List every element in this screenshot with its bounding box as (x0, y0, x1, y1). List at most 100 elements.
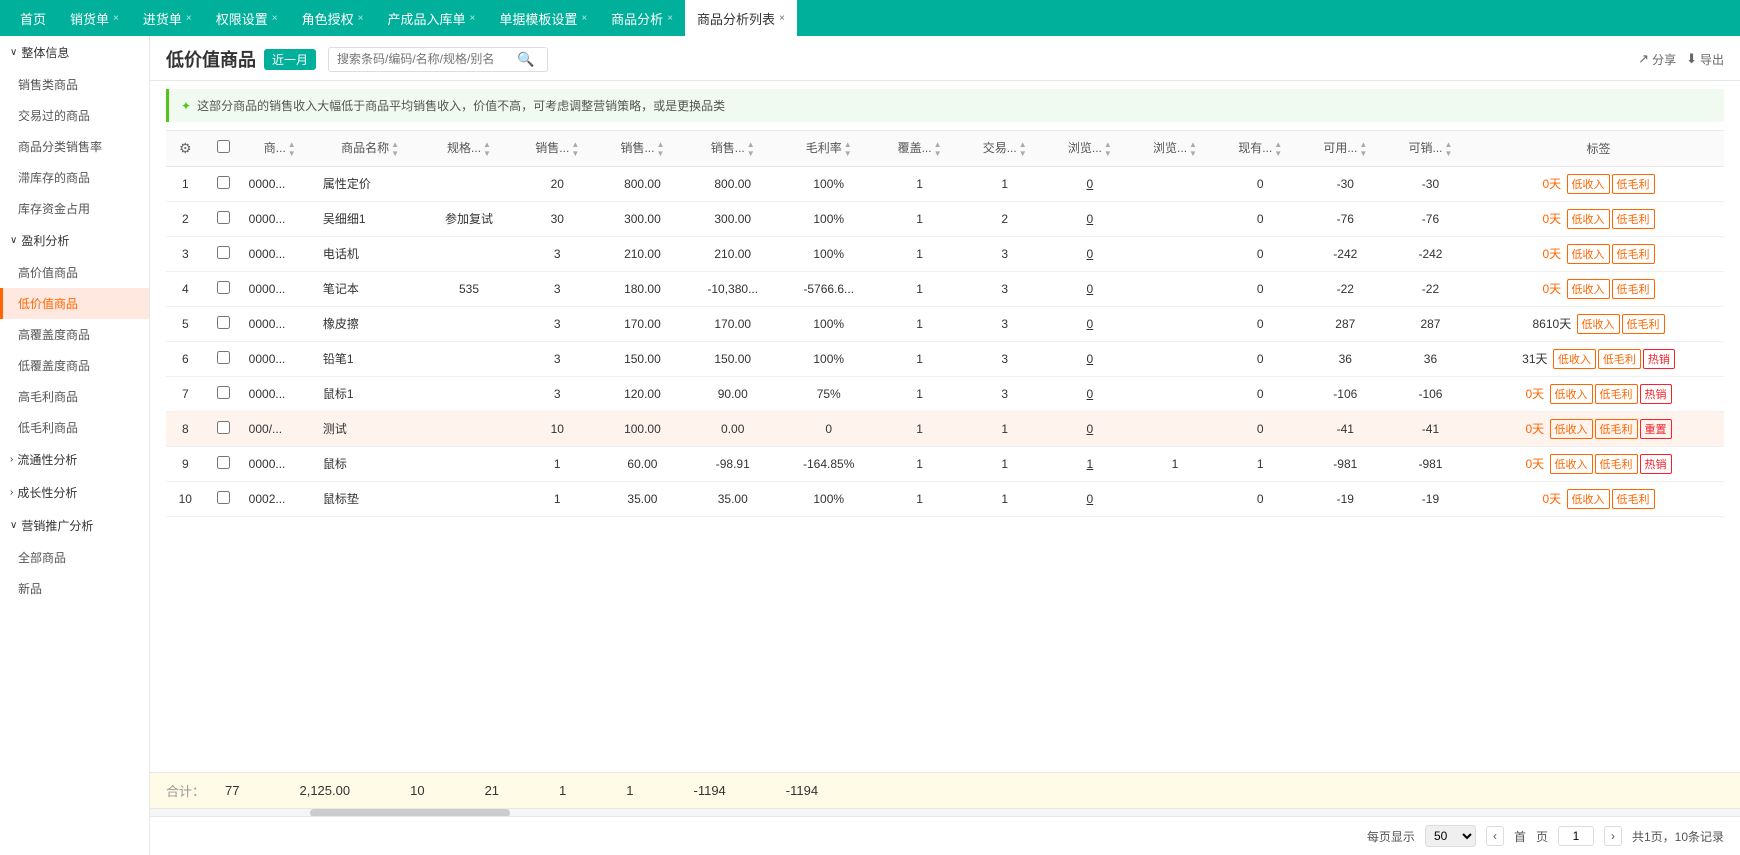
col-spec-header[interactable]: 规格...▲▼ (423, 131, 514, 167)
browse1-link[interactable]: 0 (1087, 282, 1094, 296)
sidebar-item-sales-goods[interactable]: 销售类商品 (0, 69, 149, 100)
first-page-button[interactable]: ‹ (1486, 826, 1504, 846)
sidebar-item-stagnant[interactable]: 滞库存的商品 (0, 162, 149, 193)
nav-analysis-list-close[interactable]: × (779, 13, 785, 24)
row-checkbox[interactable] (217, 456, 230, 469)
sidebar-item-inventory-capital[interactable]: 库存资金占用 (0, 193, 149, 224)
sidebar-section-overall[interactable]: ∨ 整体信息 (0, 36, 149, 69)
row-checkbox-cell[interactable] (205, 376, 243, 411)
per-page-select[interactable]: 50 20 100 (1425, 825, 1476, 847)
search-icon[interactable]: 🔍 (517, 51, 534, 68)
nav-sales-close[interactable]: × (113, 13, 119, 24)
browse1-link[interactable]: 0 (1087, 387, 1094, 401)
row-checkbox-cell[interactable] (205, 201, 243, 236)
col-coverage-header[interactable]: 覆盖...▲▼ (877, 131, 962, 167)
browse1-link[interactable]: 0 (1087, 422, 1094, 436)
row-browse1[interactable]: 0 (1047, 481, 1132, 516)
row-checkbox-cell[interactable] (205, 481, 243, 516)
row-checkbox[interactable] (217, 176, 230, 189)
col-current-header[interactable]: 现有...▲▼ (1218, 131, 1303, 167)
nav-roles[interactable]: 角色授权 × (290, 0, 376, 36)
sidebar-item-high-margin[interactable]: 高毛利商品 (0, 381, 149, 412)
browse1-link[interactable]: 0 (1087, 352, 1094, 366)
sidebar-section-flow[interactable]: › 流通性分析 (0, 443, 149, 476)
nav-template-close[interactable]: × (581, 13, 587, 24)
sidebar-item-high-value[interactable]: 高价值商品 (0, 257, 149, 288)
row-checkbox[interactable] (217, 386, 230, 399)
row-checkbox[interactable] (217, 351, 230, 364)
nav-roles-close[interactable]: × (358, 13, 364, 24)
sidebar-item-all-goods[interactable]: 全部商品 (0, 542, 149, 573)
horizontal-scrollbar[interactable] (150, 808, 1740, 816)
nav-home[interactable]: 首页 (8, 0, 58, 36)
row-browse1[interactable]: 0 (1047, 166, 1132, 201)
sidebar-item-low-coverage[interactable]: 低覆盖度商品 (0, 350, 149, 381)
col-sales2-header[interactable]: 销售...▲▼ (600, 131, 685, 167)
sidebar-item-traded-goods[interactable]: 交易过的商品 (0, 100, 149, 131)
browse1-link[interactable]: 0 (1087, 492, 1094, 506)
row-browse1[interactable]: 0 (1047, 271, 1132, 306)
browse1-link[interactable]: 0 (1087, 177, 1094, 191)
col-sellable-header[interactable]: 可销...▲▼ (1388, 131, 1473, 167)
col-browse2-header[interactable]: 浏览...▲▼ (1132, 131, 1217, 167)
row-checkbox-cell[interactable] (205, 306, 243, 341)
page-number-input[interactable] (1558, 826, 1594, 846)
row-checkbox-cell[interactable] (205, 411, 243, 446)
col-trade-header[interactable]: 交易...▲▼ (962, 131, 1047, 167)
row-browse1[interactable]: 0 (1047, 341, 1132, 376)
nav-purchase-close[interactable]: × (186, 13, 192, 24)
row-checkbox[interactable] (217, 246, 230, 259)
col-code-header[interactable]: 商...▲▼ (243, 131, 317, 167)
nav-inventory[interactable]: 产成品入库单 × (375, 0, 487, 36)
row-checkbox-cell[interactable] (205, 236, 243, 271)
sidebar-item-low-margin[interactable]: 低毛利商品 (0, 412, 149, 443)
browse1-link[interactable]: 1 (1087, 457, 1094, 471)
nav-purchase[interactable]: 进货单 × (131, 0, 204, 36)
row-checkbox-cell[interactable] (205, 166, 243, 201)
nav-inventory-close[interactable]: × (469, 13, 475, 24)
col-sales1-header[interactable]: 销售...▲▼ (515, 131, 600, 167)
browse1-link[interactable]: 0 (1087, 212, 1094, 226)
row-checkbox[interactable] (217, 316, 230, 329)
col-available-header[interactable]: 可用...▲▼ (1303, 131, 1388, 167)
sidebar-item-category-sales[interactable]: 商品分类销售率 (0, 131, 149, 162)
row-checkbox[interactable] (217, 211, 230, 224)
nav-analysis[interactable]: 商品分析 × (599, 0, 685, 36)
settings-icon[interactable]: ⚙ (179, 140, 192, 156)
nav-analysis-list[interactable]: 商品分析列表 × (685, 0, 797, 36)
select-all-checkbox[interactable] (217, 140, 230, 153)
sidebar-section-profit[interactable]: ∨ 盈利分析 (0, 224, 149, 257)
share-button[interactable]: ↗ 分享 (1638, 51, 1676, 68)
nav-template[interactable]: 单据模板设置 × (487, 0, 599, 36)
sidebar-item-high-coverage[interactable]: 高覆盖度商品 (0, 319, 149, 350)
browse1-link[interactable]: 0 (1087, 247, 1094, 261)
row-browse1[interactable]: 1 (1047, 446, 1132, 481)
col-browse1-header[interactable]: 浏览...▲▼ (1047, 131, 1132, 167)
period-button[interactable]: 近一月 (264, 49, 316, 70)
row-checkbox[interactable] (217, 281, 230, 294)
export-button[interactable]: ⬇ 导出 (1686, 51, 1724, 68)
nav-permissions-close[interactable]: × (272, 13, 278, 24)
row-checkbox-cell[interactable] (205, 446, 243, 481)
col-name-header[interactable]: 商品名称▲▼ (317, 131, 423, 167)
row-browse1[interactable]: 0 (1047, 236, 1132, 271)
nav-analysis-close[interactable]: × (667, 13, 673, 24)
row-checkbox[interactable] (217, 491, 230, 504)
nav-permissions[interactable]: 权限设置 × (204, 0, 290, 36)
row-browse1[interactable]: 0 (1047, 306, 1132, 341)
row-checkbox[interactable] (217, 421, 230, 434)
sidebar-item-low-value[interactable]: 低价值商品 (0, 288, 149, 319)
sidebar-section-growth[interactable]: › 成长性分析 (0, 476, 149, 509)
col-sales3-header[interactable]: 销售...▲▼ (685, 131, 780, 167)
col-grossrate-header[interactable]: 毛利率▲▼ (780, 131, 876, 167)
search-input[interactable] (337, 52, 517, 66)
next-page-button[interactable]: › (1604, 826, 1622, 846)
row-browse1[interactable]: 0 (1047, 411, 1132, 446)
row-browse1[interactable]: 0 (1047, 376, 1132, 411)
row-browse1[interactable]: 0 (1047, 201, 1132, 236)
sidebar-item-new-goods[interactable]: 新品 (0, 573, 149, 604)
row-checkbox-cell[interactable] (205, 341, 243, 376)
sidebar-section-marketing[interactable]: ∨ 营销推广分析 (0, 509, 149, 542)
row-checkbox-cell[interactable] (205, 271, 243, 306)
browse1-link[interactable]: 0 (1087, 317, 1094, 331)
